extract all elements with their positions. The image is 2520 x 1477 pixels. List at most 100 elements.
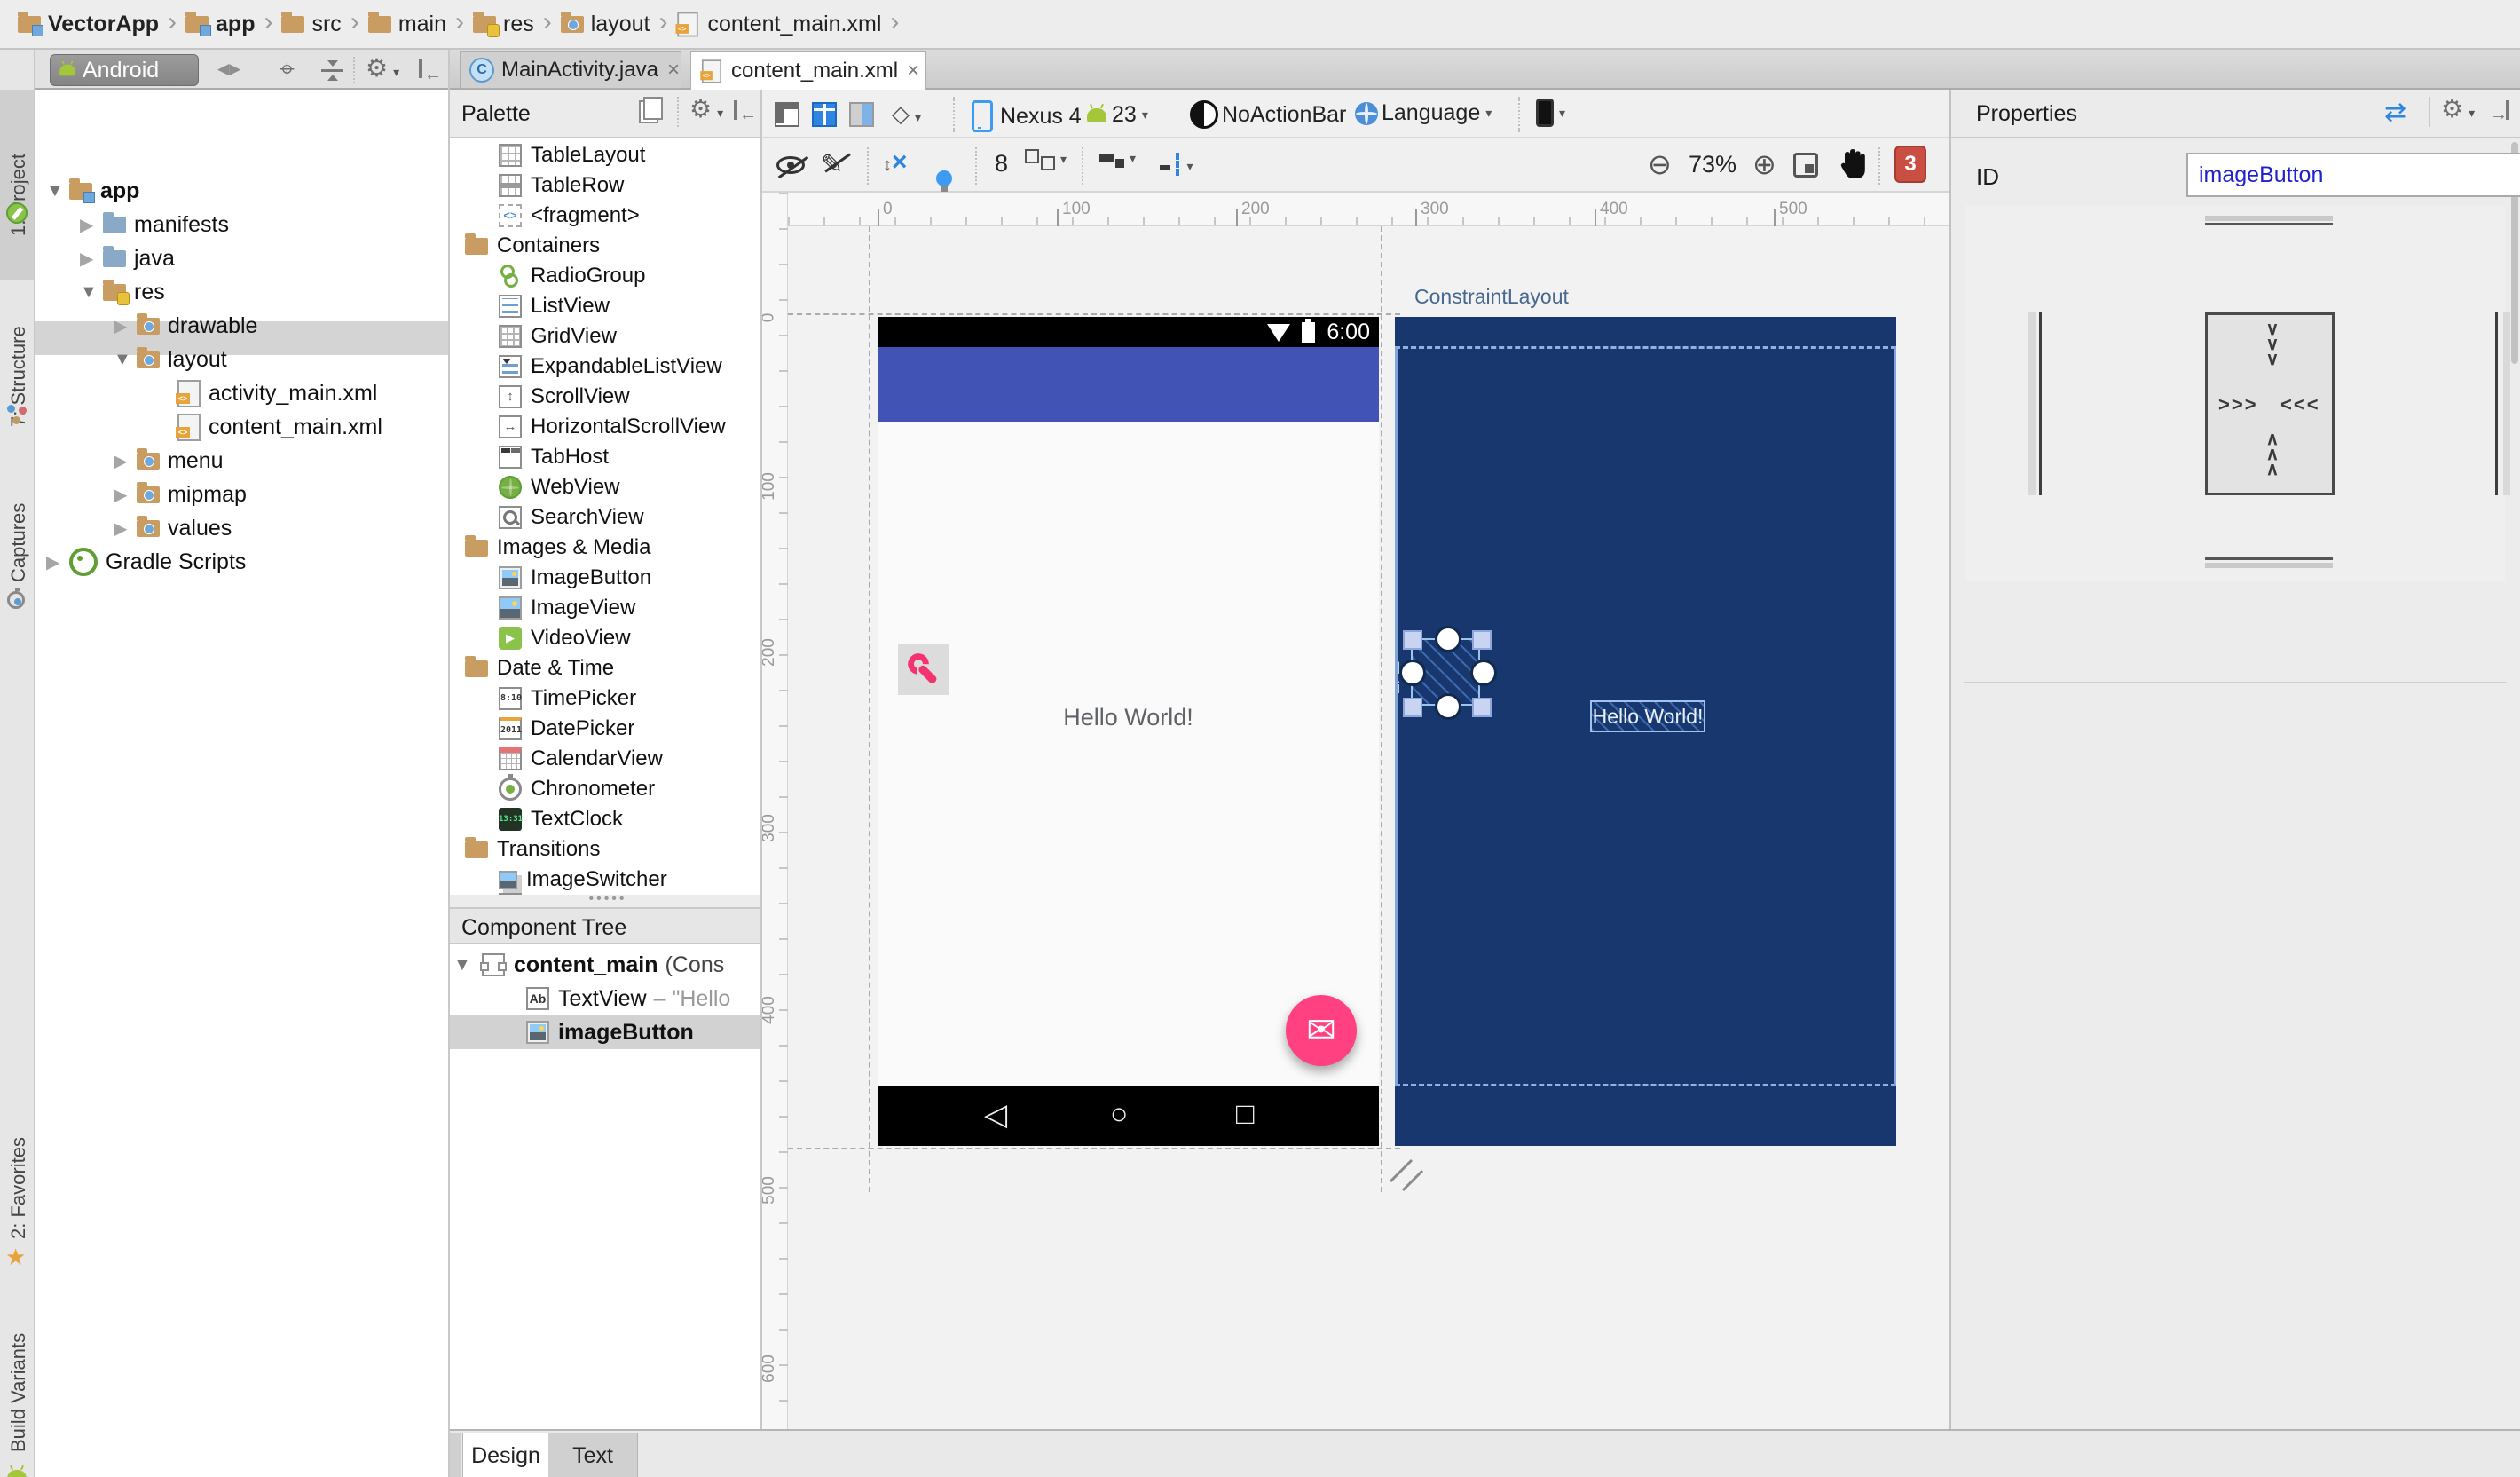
palette-category-date-time[interactable]: Date & Time bbox=[448, 653, 760, 683]
palette-item-timepicker[interactable]: 8:10 TimePicker bbox=[448, 683, 760, 714]
palette-item-imagebutton[interactable]: ImageButton bbox=[448, 563, 760, 593]
design-surface[interactable]: ConstraintLayout 6:00 Hello World! ✉ ◁ ○… bbox=[788, 226, 1949, 1429]
tree-item-manifests[interactable]: ▶ manifests bbox=[80, 208, 229, 241]
breadcrumb-item-layout[interactable]: layout bbox=[560, 0, 650, 48]
imagebutton-widget[interactable] bbox=[898, 644, 949, 695]
palette-item-chronometer[interactable]: Chronometer bbox=[448, 774, 760, 804]
close-icon[interactable]: × bbox=[667, 58, 680, 83]
tree-item-menu[interactable]: ▶ menu bbox=[114, 444, 224, 478]
palette-item-webview[interactable]: WebView bbox=[448, 472, 760, 502]
palette-category-images-media[interactable]: Images & Media bbox=[448, 533, 760, 563]
palette-item-horizontalscrollview[interactable]: ↔ HorizontalScrollView bbox=[448, 412, 760, 442]
palette-item-expandablelistview[interactable]: ExpandableListView bbox=[448, 351, 760, 382]
tree-item-app[interactable]: ▼ app bbox=[46, 174, 139, 208]
palette-item-datepicker[interactable]: 2011 DatePicker bbox=[448, 714, 760, 744]
blueprint-textview-widget[interactable]: Hello World! bbox=[1590, 700, 1705, 732]
palette-item-radiogroup[interactable]: RadioGroup bbox=[448, 261, 760, 291]
show-constraints-icon[interactable] bbox=[776, 156, 805, 174]
margins-icon[interactable]: ▾ bbox=[1025, 149, 1067, 170]
canvas-resize-handle[interactable] bbox=[1387, 1157, 1424, 1194]
constraint-anchor-right[interactable] bbox=[1470, 660, 1497, 686]
caret-collapsed-icon[interactable]: ▶ bbox=[80, 248, 103, 270]
blueprint-preview-phone[interactable]: li Hello World! bbox=[1395, 317, 1896, 1146]
constraint-inspector[interactable]: ∨ ∨ ∨ ∧ ∧ ∧ >>> <<< bbox=[1965, 206, 2510, 581]
palette-item-fragment[interactable]: <> <fragment> bbox=[448, 201, 760, 231]
resize-handle-sw[interactable] bbox=[1403, 698, 1422, 717]
fab-button[interactable]: ✉ bbox=[1286, 995, 1357, 1066]
component-item-imagebutton[interactable]: imageButton bbox=[526, 1015, 762, 1049]
breadcrumb-item-main[interactable]: main bbox=[367, 0, 446, 48]
palette-item-imageview[interactable]: ImageView bbox=[448, 593, 760, 623]
widget-square[interactable]: ∨ ∨ ∨ ∧ ∧ ∧ >>> <<< bbox=[2205, 312, 2335, 495]
navigate-back-forward-icon[interactable]: ◀▶ bbox=[217, 60, 240, 78]
caret-expanded-icon[interactable]: ▼ bbox=[80, 282, 103, 303]
hide-panel-icon[interactable]: ← bbox=[419, 57, 442, 84]
theme-selector[interactable]: NoActionBar bbox=[1190, 100, 1346, 129]
palette-category-transitions[interactable]: Transitions bbox=[448, 834, 760, 865]
align-icon[interactable]: ▾ bbox=[1099, 151, 1136, 168]
tab-mainactivity[interactable]: C MainActivity.java × bbox=[460, 51, 681, 89]
caret-collapsed-icon[interactable]: ▶ bbox=[46, 551, 69, 573]
device-selector[interactable]: Nexus 4▾ bbox=[972, 100, 1093, 132]
breadcrumb-item-app[interactable]: app bbox=[185, 0, 255, 48]
zoom-in-icon[interactable]: ⊕ bbox=[1752, 147, 1776, 181]
tab-design[interactable]: Design bbox=[462, 1433, 549, 1477]
caret-expanded-icon[interactable]: ▼ bbox=[453, 955, 476, 975]
splitter-grip[interactable]: ••••• bbox=[568, 891, 648, 907]
locale-selector[interactable]: Language ▾ bbox=[1355, 100, 1492, 126]
caret-collapsed-icon[interactable]: ▶ bbox=[114, 484, 137, 506]
caret-expanded-icon[interactable]: ▼ bbox=[114, 350, 137, 370]
zoom-fit-icon[interactable] bbox=[1793, 153, 1818, 178]
palette-item-tablerow[interactable]: TableRow bbox=[448, 170, 760, 201]
sidebar-item-build-variants[interactable]: Build Variants bbox=[7, 1288, 30, 1452]
tree-item-res[interactable]: ▼ res bbox=[80, 275, 165, 309]
tab-text[interactable]: Text bbox=[548, 1433, 638, 1477]
design-preview-phone[interactable]: 6:00 Hello World! ✉ ◁ ○ □ bbox=[878, 317, 1379, 1146]
caret-collapsed-icon[interactable]: ▶ bbox=[114, 517, 137, 540]
project-view-selector[interactable]: Android bbox=[50, 54, 199, 86]
palette-item-textclock[interactable]: 13:31 TextClock bbox=[448, 804, 760, 834]
breadcrumb-item-src[interactable]: src bbox=[281, 0, 342, 48]
tree-item-layout[interactable]: ▼ layout bbox=[114, 343, 227, 376]
caret-collapsed-icon[interactable]: ▶ bbox=[114, 315, 137, 337]
blueprint-view-icon[interactable] bbox=[849, 102, 874, 127]
tree-item-content-main[interactable]: <> content_main.xml bbox=[176, 410, 382, 444]
divider[interactable] bbox=[760, 90, 762, 1429]
nav-home-icon[interactable]: ○ bbox=[1110, 1097, 1129, 1132]
default-margin-value[interactable]: 8 bbox=[995, 150, 1008, 178]
close-icon[interactable]: × bbox=[907, 59, 919, 83]
design-blueprint-view-icon[interactable] bbox=[812, 102, 837, 127]
resize-handle-se[interactable] bbox=[1472, 698, 1492, 717]
virtual-device-icon[interactable]: ▾ bbox=[1536, 99, 1565, 127]
palette-item-videoview[interactable]: ▶ VideoView bbox=[448, 623, 760, 653]
caret-expanded-icon[interactable]: ▼ bbox=[46, 181, 69, 201]
tree-item-gradle-scripts[interactable]: ▶ Gradle Scripts bbox=[46, 545, 246, 579]
tree-item-activity-main[interactable]: <> activity_main.xml bbox=[176, 376, 377, 410]
constraint-anchor-left[interactable] bbox=[1399, 660, 1426, 686]
tree-item-mipmap[interactable]: ▶ mipmap bbox=[114, 478, 247, 511]
palette-item-gridview[interactable]: GridView bbox=[448, 321, 760, 351]
palette-item-searchview[interactable]: SearchView bbox=[448, 502, 760, 533]
preview-icon[interactable] bbox=[639, 97, 663, 123]
constraint-anchor-top[interactable] bbox=[1435, 626, 1461, 652]
collapse-all-icon[interactable] bbox=[321, 60, 343, 81]
api-selector[interactable]: 23 ▾ bbox=[1087, 102, 1148, 128]
gear-icon[interactable]: ⚙ ▾ bbox=[366, 53, 399, 83]
sidebar-item-favorites[interactable]: 2: Favorites bbox=[7, 1102, 30, 1239]
resize-handle-ne[interactable] bbox=[1472, 630, 1492, 650]
switch-view-icon[interactable]: ⇄ bbox=[2384, 97, 2406, 128]
component-item-content-main[interactable]: ▼ content_main (Cons bbox=[453, 948, 762, 982]
pan-hand-icon[interactable] bbox=[1838, 147, 1870, 187]
guidelines-icon[interactable]: ▾ bbox=[1160, 147, 1193, 176]
textview-widget[interactable]: Hello World! bbox=[878, 704, 1379, 731]
palette-category-containers[interactable]: Containers bbox=[448, 231, 760, 261]
palette-item-scrollview[interactable]: ↕ ScrollView bbox=[448, 382, 760, 412]
palette-item-tablelayout[interactable]: TableLayout bbox=[448, 140, 760, 170]
nav-back-icon[interactable]: ◁ bbox=[984, 1097, 1007, 1133]
caret-collapsed-icon[interactable]: ▶ bbox=[114, 450, 137, 472]
gear-icon[interactable]: ⚙ ▾ bbox=[2441, 94, 2475, 123]
palette-item-listview[interactable]: ListView bbox=[448, 291, 760, 321]
palette-item-tabhost[interactable]: TabHost bbox=[448, 442, 760, 472]
infer-constraints-icon[interactable] bbox=[936, 170, 952, 192]
locate-target-icon[interactable]: ⌖ bbox=[280, 55, 295, 85]
